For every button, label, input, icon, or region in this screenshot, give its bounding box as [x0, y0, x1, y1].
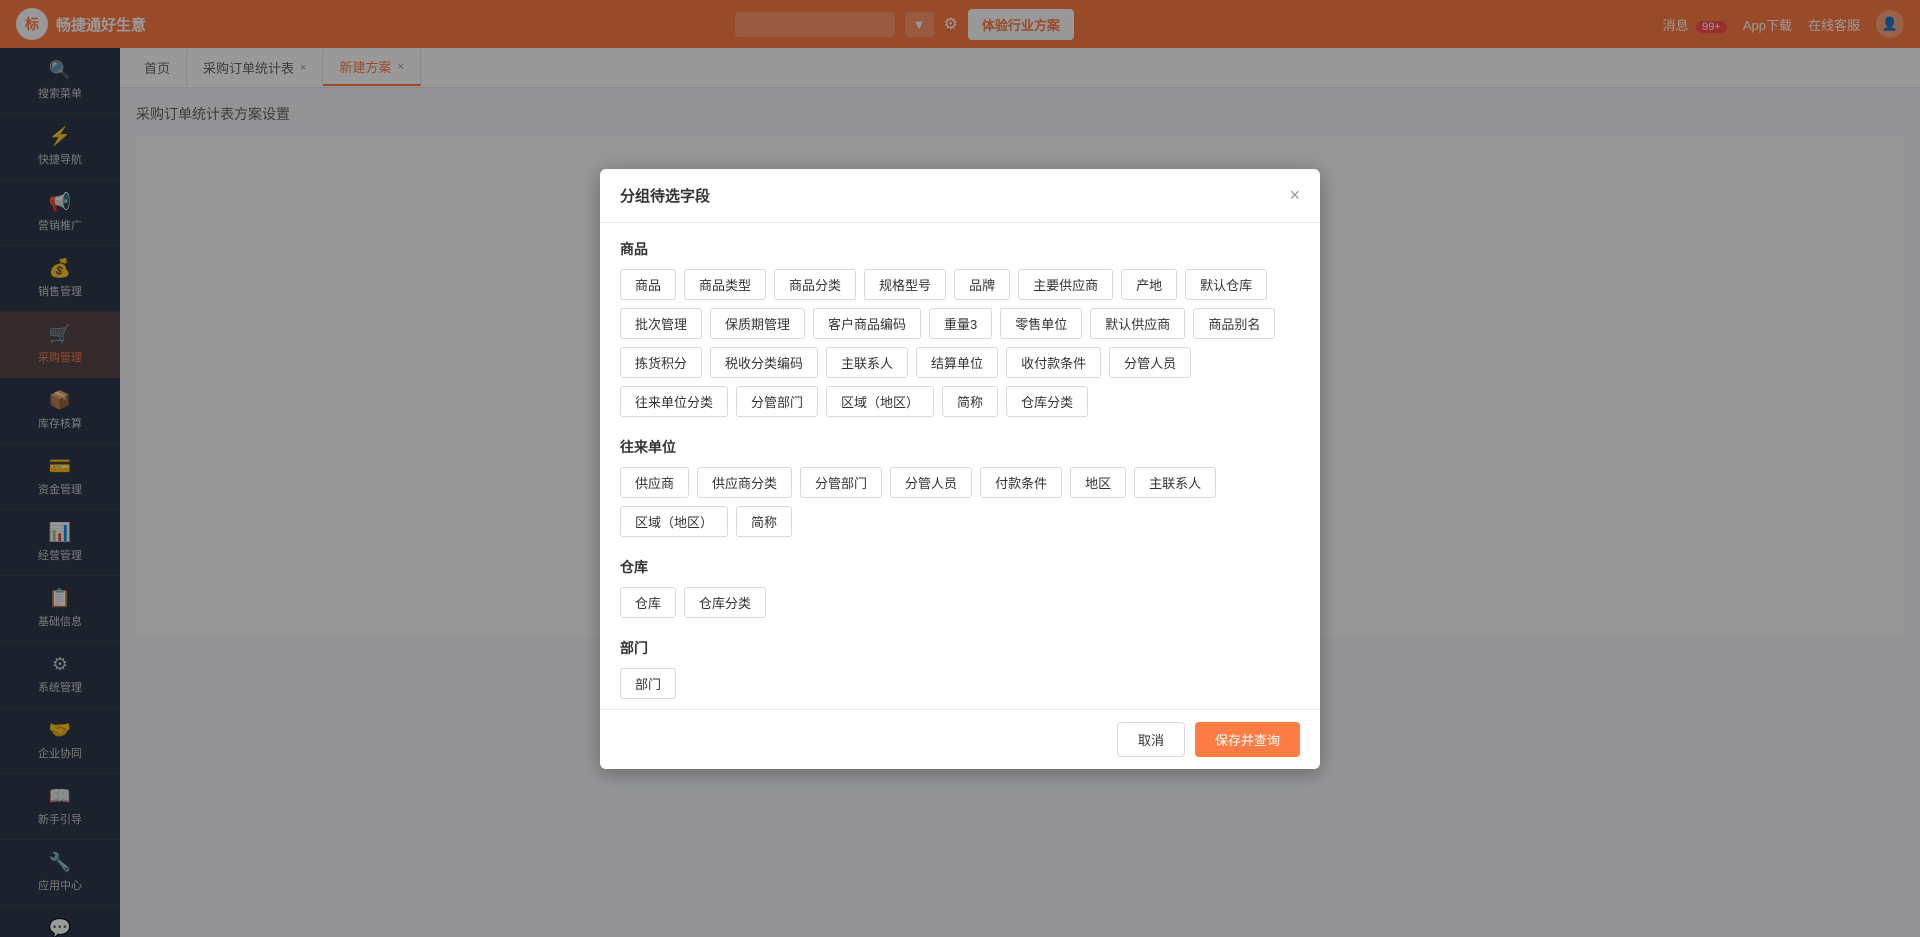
field-tag-商品分类[interactable]: 商品分类	[774, 269, 856, 300]
field-tags-仓库: 仓库仓库分类	[620, 587, 1300, 618]
field-group-title-往来单位: 往来单位	[620, 437, 1300, 457]
field-tag-拣货积分[interactable]: 拣货积分	[620, 347, 702, 378]
field-tag-商品[interactable]: 商品	[620, 269, 676, 300]
confirm-button[interactable]: 保存并查询	[1195, 722, 1300, 757]
field-tag-仓库[interactable]: 仓库	[620, 587, 676, 618]
field-tag-规格型号[interactable]: 规格型号	[864, 269, 946, 300]
field-tag-收付款条件[interactable]: 收付款条件	[1006, 347, 1101, 378]
field-tag-地区[interactable]: 地区	[1070, 467, 1126, 498]
field-tag-分管部门[interactable]: 分管部门	[800, 467, 882, 498]
field-tags-商品: 商品商品类型商品分类规格型号品牌主要供应商产地默认仓库批次管理保质期管理客户商品…	[620, 269, 1300, 417]
modal-title: 分组待选字段	[620, 185, 710, 206]
field-tag-品牌[interactable]: 品牌	[954, 269, 1010, 300]
field-tags-往来单位: 供应商供应商分类分管部门分管人员付款条件地区主联系人区域（地区） 简称	[620, 467, 1300, 537]
field-group-title-部门: 部门	[620, 638, 1300, 658]
modal-footer: 取消 保存并查询	[600, 709, 1320, 769]
field-tags-部门: 部门	[620, 668, 1300, 699]
field-tag-重量3[interactable]: 重量3	[929, 308, 992, 339]
field-tag-零售单位[interactable]: 零售单位	[1000, 308, 1082, 339]
field-tag-分管人员[interactable]: 分管人员	[1109, 347, 1191, 378]
field-tag-仓库分类[interactable]: 仓库分类	[684, 587, 766, 618]
field-tag-商品别名[interactable]: 商品别名	[1193, 308, 1275, 339]
field-group-商品: 商品商品商品类型商品分类规格型号品牌主要供应商产地默认仓库批次管理保质期管理客户…	[620, 239, 1300, 417]
field-tag-简称[interactable]: 简称	[736, 506, 792, 537]
field-tag-区域（地区）[interactable]: 区域（地区）	[826, 386, 934, 417]
field-tag-税收分类编码[interactable]: 税收分类编码	[710, 347, 818, 378]
field-group-部门: 部门部门	[620, 638, 1300, 699]
field-group-title-商品: 商品	[620, 239, 1300, 259]
field-tag-默认仓库[interactable]: 默认仓库	[1185, 269, 1267, 300]
field-tag-部门[interactable]: 部门	[620, 668, 676, 699]
field-group-往来单位: 往来单位供应商供应商分类分管部门分管人员付款条件地区主联系人区域（地区） 简称	[620, 437, 1300, 537]
field-tag-商品类型[interactable]: 商品类型	[684, 269, 766, 300]
modal-body[interactable]: 商品商品商品类型商品分类规格型号品牌主要供应商产地默认仓库批次管理保质期管理客户…	[600, 223, 1320, 709]
field-group-仓库: 仓库仓库仓库分类	[620, 557, 1300, 618]
modal-dialog: 分组待选字段 × 商品商品商品类型商品分类规格型号品牌主要供应商产地默认仓库批次…	[600, 169, 1320, 769]
field-tag-保质期管理[interactable]: 保质期管理	[710, 308, 805, 339]
field-tag-产地[interactable]: 产地	[1121, 269, 1177, 300]
field-tag-默认供应商[interactable]: 默认供应商	[1090, 308, 1185, 339]
field-tag-主联系人[interactable]: 主联系人	[1134, 467, 1216, 498]
field-tag-仓库分类[interactable]: 仓库分类	[1006, 386, 1088, 417]
modal-close-button[interactable]: ×	[1289, 185, 1300, 206]
field-tag-往来单位分类[interactable]: 往来单位分类	[620, 386, 728, 417]
field-tag-主要供应商[interactable]: 主要供应商	[1018, 269, 1113, 300]
field-tag-付款条件[interactable]: 付款条件	[980, 467, 1062, 498]
modal-overlay: 分组待选字段 × 商品商品商品类型商品分类规格型号品牌主要供应商产地默认仓库批次…	[0, 0, 1920, 937]
field-tag-结算单位[interactable]: 结算单位	[916, 347, 998, 378]
field-tag-供应商分类[interactable]: 供应商分类	[697, 467, 792, 498]
field-tag-供应商[interactable]: 供应商	[620, 467, 689, 498]
field-tag-分管人员[interactable]: 分管人员	[890, 467, 972, 498]
field-tag-简称[interactable]: 简称	[942, 386, 998, 417]
field-tag-客户商品编码[interactable]: 客户商品编码	[813, 308, 921, 339]
field-tag-分管部门[interactable]: 分管部门	[736, 386, 818, 417]
cancel-button[interactable]: 取消	[1117, 722, 1185, 757]
field-tag-主联系人[interactable]: 主联系人	[826, 347, 908, 378]
field-tag-批次管理[interactable]: 批次管理	[620, 308, 702, 339]
field-group-title-仓库: 仓库	[620, 557, 1300, 577]
modal-header: 分组待选字段 ×	[600, 169, 1320, 223]
field-tag-区域（地区）[interactable]: 区域（地区）	[620, 506, 728, 537]
